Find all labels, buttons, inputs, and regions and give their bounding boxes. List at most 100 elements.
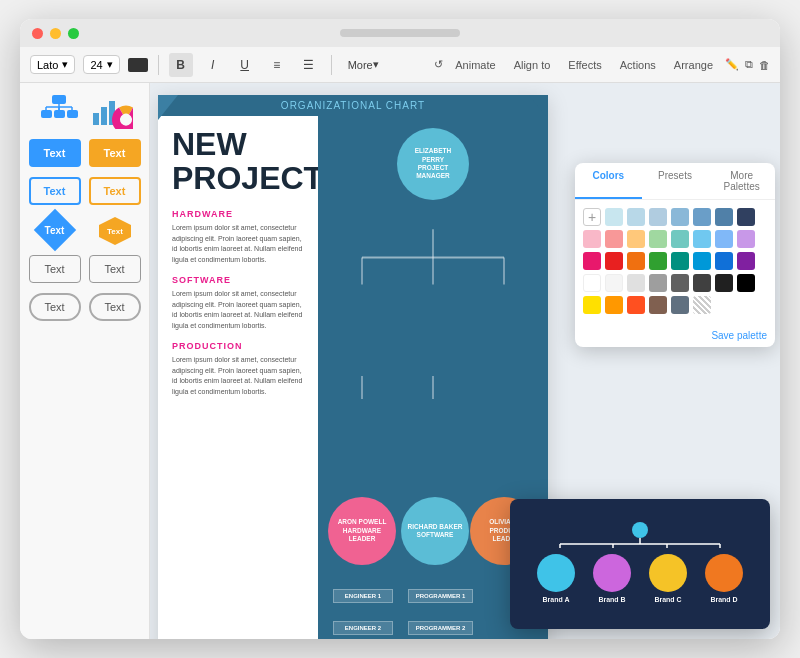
- shape-text-blue-outline-1[interactable]: Text: [29, 177, 81, 205]
- shape-text-plain-1[interactable]: Text: [29, 255, 81, 283]
- color-swatch-0-6[interactable]: [715, 208, 733, 226]
- color-swatch-2-0[interactable]: [583, 252, 601, 270]
- color-swatch-1-5[interactable]: [693, 230, 711, 248]
- color-swatch-4-0[interactable]: [583, 296, 601, 314]
- shape-text-circle-2[interactable]: Text: [89, 293, 141, 321]
- org-node-hardware: ARON POWELLHARDWARELEADER: [328, 497, 396, 565]
- canvas-area[interactable]: Organizational Chart NEW PROJECT HARDWAR…: [150, 83, 780, 639]
- color-swatch-3-7[interactable]: [737, 274, 755, 292]
- close-button[interactable]: [32, 28, 43, 39]
- more-button[interactable]: More ▾: [342, 53, 385, 77]
- underline-button[interactable]: U: [233, 53, 257, 77]
- shape-text-orange-outline-1[interactable]: Text: [89, 177, 141, 205]
- colors-tabs: Colors Presets More Palettes: [575, 163, 775, 200]
- color-swatch-2-5[interactable]: [693, 252, 711, 270]
- shape-hexagon[interactable]: Text: [89, 215, 141, 245]
- color-swatch-1-7[interactable]: [737, 230, 755, 248]
- preview-brand-c: Brand C: [649, 554, 687, 603]
- preview-nodes: Brand A Brand B Brand C Brand D: [537, 554, 743, 603]
- color-swatch-0-2[interactable]: [627, 208, 645, 226]
- font-selector[interactable]: Lato ▾: [30, 55, 75, 74]
- italic-button[interactable]: I: [201, 53, 225, 77]
- bold-button[interactable]: B: [169, 53, 193, 77]
- preview-card: Brand A Brand B Brand C Brand D: [510, 499, 770, 629]
- color-swatch-1-2[interactable]: [627, 230, 645, 248]
- colors-row-3: [583, 274, 767, 292]
- svg-rect-9: [93, 113, 99, 125]
- color-swatch-0-1[interactable]: [605, 208, 623, 226]
- bar-pie-chart-icon[interactable]: [89, 93, 133, 129]
- color-swatch-3-2[interactable]: [627, 274, 645, 292]
- color-swatch-3-5[interactable]: [693, 274, 711, 292]
- animate-button[interactable]: Animate: [449, 57, 501, 73]
- color-swatch[interactable]: [128, 58, 148, 72]
- color-swatch-4-2[interactable]: [627, 296, 645, 314]
- svg-rect-0: [52, 95, 66, 104]
- color-swatch-1-0[interactable]: [583, 230, 601, 248]
- svg-rect-10: [101, 107, 107, 125]
- color-swatch-0-4[interactable]: [671, 208, 689, 226]
- color-swatch-2-3[interactable]: [649, 252, 667, 270]
- color-swatch-1-6[interactable]: [715, 230, 733, 248]
- sidebar: Text Text Text Text Text Text: [20, 83, 150, 639]
- tab-more-palettes[interactable]: More Palettes: [708, 163, 775, 199]
- align-center-button[interactable]: ☰: [297, 53, 321, 77]
- tab-presets[interactable]: Presets: [642, 163, 709, 199]
- pen-icon[interactable]: ✏️: [725, 58, 739, 71]
- toolbar-right: ↺ Animate Align to Effects Actions Arran…: [434, 57, 770, 73]
- color-swatch-4-3[interactable]: [649, 296, 667, 314]
- color-swatch-3-3[interactable]: [649, 274, 667, 292]
- effects-button[interactable]: Effects: [562, 57, 607, 73]
- color-swatch-3-6[interactable]: [715, 274, 733, 292]
- tab-colors[interactable]: Colors: [575, 163, 642, 199]
- colors-row-2: [583, 252, 767, 270]
- colors-grid: +: [575, 200, 775, 326]
- color-swatch-0-3[interactable]: [649, 208, 667, 226]
- shape-text-circle-1[interactable]: Text: [29, 293, 81, 321]
- actions-button[interactable]: Actions: [614, 57, 662, 73]
- color-swatch-2-2[interactable]: [627, 252, 645, 270]
- color-swatch-3-1[interactable]: [605, 274, 623, 292]
- align-to-button[interactable]: Align to: [508, 57, 557, 73]
- color-swatch-3-4[interactable]: [671, 274, 689, 292]
- preview-brand-a: Brand A: [537, 554, 575, 603]
- copy-icon[interactable]: ⧉: [745, 58, 753, 71]
- svg-rect-3: [67, 110, 78, 118]
- trash-icon[interactable]: 🗑: [759, 59, 770, 71]
- color-swatch-4-4[interactable]: [671, 296, 689, 314]
- maximize-button[interactable]: [68, 28, 79, 39]
- color-swatch-2-1[interactable]: [605, 252, 623, 270]
- colors-row-4: [583, 296, 767, 314]
- filled-shapes-row: Text Text: [28, 139, 141, 167]
- org-chart-icon[interactable]: [37, 93, 81, 129]
- colors-row-1: [583, 230, 767, 248]
- font-chevron-icon: ▾: [62, 58, 68, 71]
- color-swatch-transparent[interactable]: [693, 296, 711, 314]
- shape-text-orange-1[interactable]: Text: [89, 139, 141, 167]
- font-size-selector[interactable]: 24 ▾: [83, 55, 119, 74]
- app-window: Lato ▾ 24 ▾ B I U ≡ ☰ More ▾ ↺ Animate A…: [20, 19, 780, 639]
- color-swatch-2-6[interactable]: [715, 252, 733, 270]
- align-left-button[interactable]: ≡: [265, 53, 289, 77]
- color-swatch-1-4[interactable]: [671, 230, 689, 248]
- color-swatch-0-5[interactable]: [693, 208, 711, 226]
- font-name: Lato: [37, 59, 58, 71]
- add-color-button[interactable]: +: [583, 208, 601, 226]
- color-swatch-3-0[interactable]: [583, 274, 601, 292]
- slide-left-column: NEW PROJECT HARDWARE Lorem ipsum dolor s…: [158, 116, 318, 639]
- color-swatch-2-7[interactable]: [737, 252, 755, 270]
- org-box-engineer1: ENGINEER 1: [333, 589, 393, 603]
- color-swatch-4-1[interactable]: [605, 296, 623, 314]
- plain-shapes-row-1: Text Text: [28, 255, 141, 283]
- color-swatch-0-7[interactable]: [737, 208, 755, 226]
- shape-text-plain-2[interactable]: Text: [89, 255, 141, 283]
- minimize-button[interactable]: [50, 28, 61, 39]
- color-swatch-1-3[interactable]: [649, 230, 667, 248]
- save-palette-link[interactable]: Save palette: [575, 326, 775, 347]
- colors-row-0: +: [583, 208, 767, 226]
- shape-text-blue-1[interactable]: Text: [29, 139, 81, 167]
- arrange-button[interactable]: Arrange: [668, 57, 719, 73]
- color-swatch-2-4[interactable]: [671, 252, 689, 270]
- shape-diamond[interactable]: Text: [29, 215, 81, 245]
- color-swatch-1-1[interactable]: [605, 230, 623, 248]
